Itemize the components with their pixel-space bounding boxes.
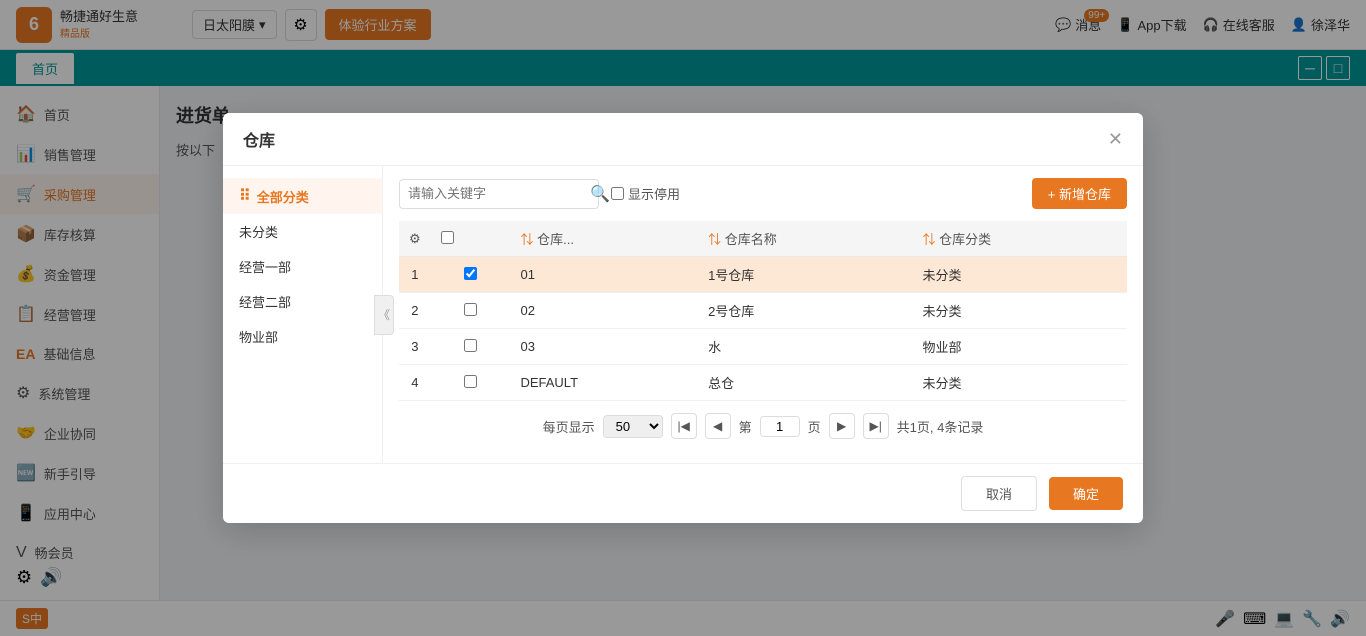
page-label-pre: 第 (739, 417, 752, 436)
row-code: 03 (510, 329, 698, 365)
row-category: 未分类 (913, 257, 1127, 293)
modal-body: ⠿ 全部分类 未分类 经营一部 经营二部 物业部 《 (223, 166, 1143, 463)
total-label: 共1页, 4条记录 (897, 417, 984, 436)
modal-overlay: 仓库 ✕ ⠿ 全部分类 未分类 经营一部 经营二部 (0, 0, 1366, 636)
modal-close-button[interactable]: ✕ (1108, 129, 1123, 150)
add-warehouse-button[interactable]: + 新增仓库 (1032, 178, 1127, 209)
row-checkbox[interactable] (431, 257, 511, 293)
row-checkbox[interactable] (431, 329, 511, 365)
th-code: ⇅ 仓库... (510, 221, 698, 257)
cat-item-property[interactable]: 物业部 (223, 319, 382, 354)
show-disabled-checkbox[interactable] (611, 187, 624, 200)
last-page-button[interactable]: ▶| (863, 413, 889, 439)
th-name: ⇅ 仓库名称 (698, 221, 912, 257)
row-category: 未分类 (913, 293, 1127, 329)
search-icon: 🔍 (590, 184, 610, 204)
per-page-label: 每页显示 (543, 417, 595, 436)
sort-icon2: ⇅ (708, 232, 721, 247)
row-checkbox[interactable] (431, 365, 511, 401)
pagination: 每页显示 50 100 200 |◀ ◀ 第 页 ▶ ▶| 共1页, 4条记录 (399, 401, 1127, 451)
row-name: 1号仓库 (698, 257, 912, 293)
first-page-button[interactable]: |◀ (671, 413, 697, 439)
row-name: 2号仓库 (698, 293, 912, 329)
warehouse-table: ⚙ ⇅ 仓库... ⇅ 仓库名称 (399, 221, 1127, 401)
next-page-button[interactable]: ▶ (829, 413, 855, 439)
collapse-sidebar-button[interactable]: 《 (374, 295, 394, 335)
row-category: 物业部 (913, 329, 1127, 365)
category-sidebar: ⠿ 全部分类 未分类 经营一部 经营二部 物业部 《 (223, 166, 383, 463)
show-disabled-label[interactable]: 显示停用 (611, 184, 680, 203)
confirm-button[interactable]: 确定 (1049, 477, 1123, 510)
row-code: 01 (510, 257, 698, 293)
modal-footer: 取消 确定 (223, 463, 1143, 523)
table-row[interactable]: 2 02 2号仓库 未分类 (399, 293, 1127, 329)
page-number-input[interactable] (760, 416, 800, 437)
th-settings: ⚙ (399, 221, 431, 257)
search-box: 🔍 (399, 179, 599, 209)
row-code: DEFAULT (510, 365, 698, 401)
table-row[interactable]: 3 03 水 物业部 (399, 329, 1127, 365)
table-row[interactable]: 1 01 1号仓库 未分类 (399, 257, 1127, 293)
th-category: ⇅ 仓库分类 (913, 221, 1127, 257)
modal-header: 仓库 ✕ (223, 113, 1143, 166)
table-row[interactable]: 4 DEFAULT 总仓 未分类 (399, 365, 1127, 401)
cat-item-dept1[interactable]: 经营一部 (223, 249, 382, 284)
cat-item-all[interactable]: ⠿ 全部分类 (223, 178, 382, 214)
page-label: 页 (808, 417, 821, 436)
per-page-select[interactable]: 50 100 200 (603, 415, 663, 438)
modal-title: 仓库 (243, 127, 275, 151)
search-input[interactable] (408, 186, 584, 201)
warehouse-modal: 仓库 ✕ ⠿ 全部分类 未分类 经营一部 经营二部 (223, 113, 1143, 523)
row-num: 2 (399, 293, 431, 329)
table-toolbar: 🔍 显示停用 + 新增仓库 (399, 178, 1127, 209)
cancel-button[interactable]: 取消 (961, 476, 1037, 511)
settings-icon: ⚙ (409, 231, 421, 246)
row-name: 总仓 (698, 365, 912, 401)
row-name: 水 (698, 329, 912, 365)
cat-item-dept2[interactable]: 经营二部 (223, 284, 382, 319)
row-num: 1 (399, 257, 431, 293)
row-code: 02 (510, 293, 698, 329)
sort-icon3: ⇅ (923, 232, 936, 247)
row-num: 3 (399, 329, 431, 365)
th-checkbox (431, 221, 511, 257)
prev-page-button[interactable]: ◀ (705, 413, 731, 439)
cat-item-unclassified[interactable]: 未分类 (223, 214, 382, 249)
table-area: 🔍 显示停用 + 新增仓库 ⚙ (383, 166, 1143, 463)
row-num: 4 (399, 365, 431, 401)
row-category: 未分类 (913, 365, 1127, 401)
grid-icon: ⠿ (239, 186, 251, 206)
sort-icon: ⇅ (520, 232, 533, 247)
row-checkbox[interactable] (431, 293, 511, 329)
select-all-checkbox[interactable] (441, 231, 454, 244)
